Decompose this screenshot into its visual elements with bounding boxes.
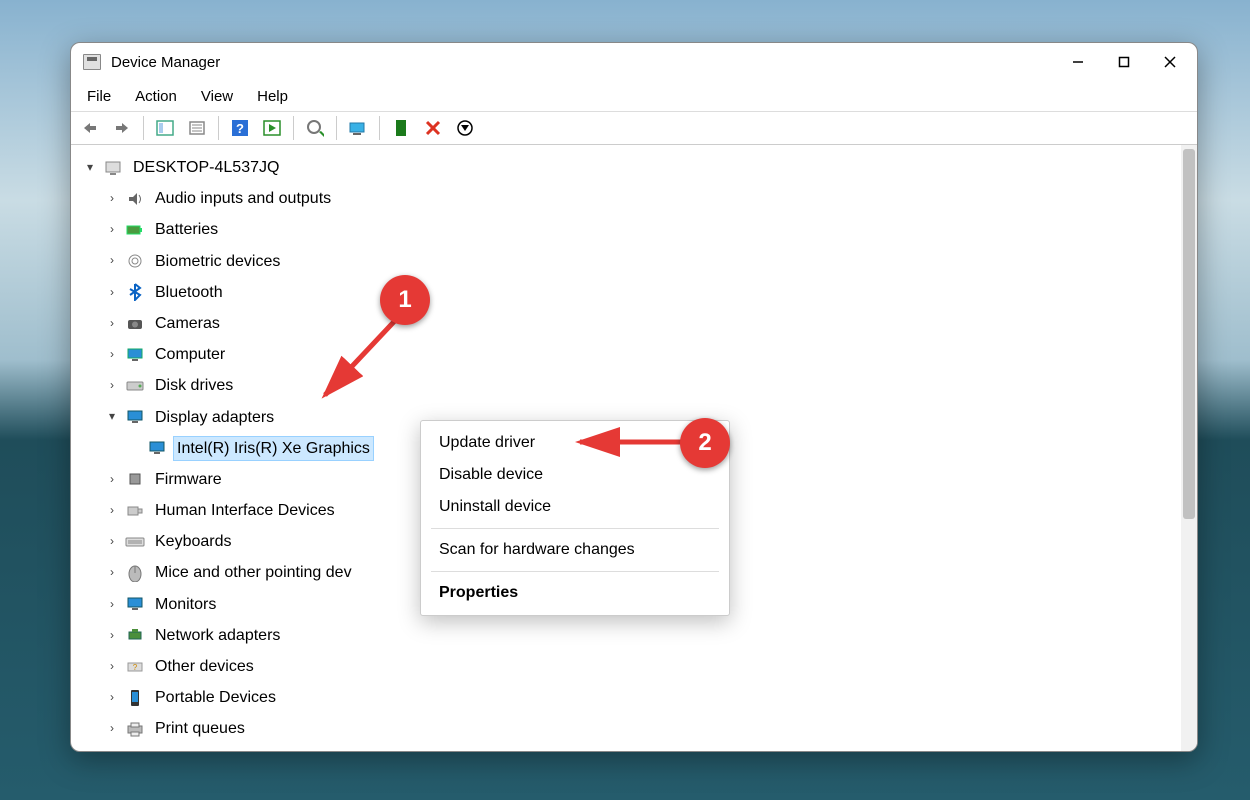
uninstall-toolbar-button[interactable]	[418, 114, 448, 142]
tree-item-biometric[interactable]: ›Biometric devices	[105, 249, 1181, 274]
properties-toolbar-button[interactable]	[182, 114, 212, 142]
tree-item-network[interactable]: ›Network adapters	[105, 623, 1181, 648]
tree-root[interactable]: ▾ DESKTOP-4L537JQ	[83, 155, 1181, 180]
update-driver-toolbar-button[interactable]	[300, 114, 330, 142]
window-controls	[1055, 46, 1193, 78]
tree-item-print[interactable]: ›Print queues	[105, 716, 1181, 741]
help-toolbar-button[interactable]: ?	[225, 114, 255, 142]
monitor-icon	[125, 346, 145, 364]
tree-item-portable[interactable]: ›Portable Devices	[105, 685, 1181, 710]
ctx-separator	[431, 528, 719, 529]
chip-icon	[125, 470, 145, 488]
enable-device-toolbar-button[interactable]	[386, 114, 416, 142]
ctx-uninstall-device[interactable]: Uninstall device	[421, 491, 729, 523]
show-hide-console-tree-button[interactable]	[150, 114, 180, 142]
tree-item-other[interactable]: ›?Other devices	[105, 654, 1181, 679]
tree-item-cameras[interactable]: ›Cameras	[105, 311, 1181, 336]
tree-item-computer[interactable]: ›Computer	[105, 342, 1181, 367]
tree-item-processors[interactable]: ›Processors	[105, 748, 1181, 751]
portable-device-icon	[125, 689, 145, 707]
tree-item-bluetooth[interactable]: ›Bluetooth	[105, 280, 1181, 305]
menubar: File Action View Help	[71, 81, 1197, 111]
vertical-scrollbar[interactable]	[1181, 145, 1197, 751]
camera-icon	[125, 315, 145, 333]
annotation-callout-1: 1	[380, 275, 430, 325]
back-button[interactable]	[75, 114, 105, 142]
fingerprint-icon	[125, 252, 145, 270]
tree-item-audio[interactable]: ›Audio inputs and outputs	[105, 186, 1181, 211]
forward-button[interactable]	[107, 114, 137, 142]
minimize-button[interactable]	[1055, 46, 1101, 78]
keyboard-icon	[125, 533, 145, 551]
device-manager-window: Device Manager File Action View Help ?	[70, 42, 1198, 752]
annotation-callout-2: 2	[680, 418, 730, 468]
tree-root-label: DESKTOP-4L537JQ	[129, 155, 283, 180]
action-toolbar-button[interactable]	[257, 114, 287, 142]
display-adapter-icon	[147, 439, 167, 457]
svg-text:?: ?	[236, 121, 244, 136]
drive-icon	[125, 377, 145, 395]
battery-icon	[125, 221, 145, 239]
close-button[interactable]	[1147, 46, 1193, 78]
toolbar: ?	[71, 111, 1197, 145]
printer-icon	[125, 720, 145, 738]
mouse-icon	[125, 564, 145, 582]
ctx-scan-hardware[interactable]: Scan for hardware changes	[421, 534, 729, 566]
maximize-button[interactable]	[1101, 46, 1147, 78]
menu-help[interactable]: Help	[247, 84, 298, 109]
tree-item-disk[interactable]: ›Disk drives	[105, 373, 1181, 398]
network-icon	[125, 626, 145, 644]
speaker-icon	[125, 190, 145, 208]
disable-toolbar-button[interactable]	[450, 114, 480, 142]
ctx-separator	[431, 571, 719, 572]
computer-icon	[103, 159, 123, 177]
monitor-icon	[125, 595, 145, 613]
window-title: Device Manager	[111, 54, 220, 71]
device-manager-icon	[83, 54, 101, 70]
svg-text:?: ?	[133, 663, 138, 672]
menu-file[interactable]: File	[77, 84, 121, 109]
titlebar: Device Manager	[71, 43, 1197, 81]
menu-action[interactable]: Action	[125, 84, 187, 109]
tree-item-batteries[interactable]: ›Batteries	[105, 217, 1181, 242]
display-adapter-icon	[125, 408, 145, 426]
ctx-disable-device[interactable]: Disable device	[421, 459, 729, 491]
scrollbar-thumb[interactable]	[1183, 149, 1195, 519]
other-devices-icon: ?	[125, 658, 145, 676]
scan-hardware-toolbar-button[interactable]	[343, 114, 373, 142]
bluetooth-icon	[125, 283, 145, 301]
hid-icon	[125, 502, 145, 520]
ctx-properties[interactable]: Properties	[421, 577, 729, 609]
menu-view[interactable]: View	[191, 84, 243, 109]
